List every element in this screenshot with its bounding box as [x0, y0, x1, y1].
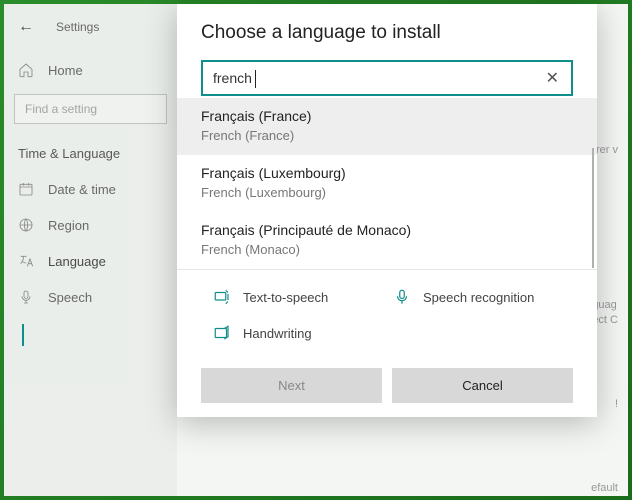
result-native: Français (France)	[201, 108, 573, 124]
result-native: Français (Luxembourg)	[201, 165, 573, 181]
sidebar-item-label: Language	[48, 254, 106, 269]
microphone-icon	[18, 289, 34, 305]
backdrop-text: efault	[591, 482, 618, 494]
cancel-button[interactable]: Cancel	[392, 368, 573, 403]
language-search[interactable]: ✕	[201, 60, 573, 96]
backdrop-text: !	[615, 398, 618, 410]
sidebar-item-home[interactable]: Home	[4, 52, 177, 88]
list-item[interactable]: Français (Principauté de Monaco) French …	[177, 212, 597, 269]
results-list: Français (France) French (France) França…	[177, 98, 597, 269]
sidebar-section-label: Time & Language	[4, 138, 177, 171]
result-native: Français (Principauté de Monaco)	[201, 222, 573, 238]
feature-label: Handwriting	[243, 326, 312, 341]
sidebar-item-datetime[interactable]: Date & time	[4, 171, 177, 207]
sidebar-item-label: Home	[48, 63, 83, 78]
calendar-icon	[18, 181, 34, 197]
language-search-input[interactable]	[203, 62, 534, 94]
feature-label: Text-to-speech	[243, 290, 328, 305]
list-item[interactable]: Français (Luxembourg) French (Luxembourg…	[177, 155, 597, 212]
sidebar-header: ← Settings	[4, 18, 177, 52]
feature-panel: Text-to-speech Speech recognition Handwr…	[177, 269, 597, 350]
app-title: Settings	[56, 20, 99, 34]
sidebar-item-label: Region	[48, 218, 89, 233]
sidebar-item-label: Speech	[48, 290, 92, 305]
next-button[interactable]: Next	[201, 368, 382, 403]
modal-actions: Next Cancel	[177, 350, 597, 403]
find-setting-input[interactable]: Find a setting	[14, 94, 167, 124]
globe-icon	[18, 217, 34, 233]
sidebar-item-label: Date & time	[48, 182, 116, 197]
scrollbar[interactable]	[592, 148, 594, 268]
modal-title: Choose a language to install	[177, 22, 597, 60]
feature-handwriting: Handwriting	[213, 324, 393, 342]
feature-tts: Text-to-speech	[213, 288, 393, 306]
clear-icon[interactable]: ✕	[534, 68, 571, 88]
tts-icon	[213, 288, 231, 306]
active-indicator	[22, 324, 24, 346]
handwriting-icon	[213, 324, 231, 342]
result-local: French (Monaco)	[201, 242, 573, 257]
microphone-icon	[393, 288, 411, 306]
sidebar: ← Settings Home Find a setting Time & La…	[4, 4, 177, 496]
feature-label: Speech recognition	[423, 290, 534, 305]
sidebar-item-region[interactable]: Region	[4, 207, 177, 243]
home-icon	[18, 62, 34, 78]
install-language-modal: Choose a language to install ✕ Français …	[177, 4, 597, 417]
result-local: French (France)	[201, 128, 573, 143]
sidebar-item-speech[interactable]: Speech	[4, 279, 177, 315]
sidebar-item-language[interactable]: Language	[4, 243, 177, 279]
back-arrow-icon[interactable]: ←	[18, 18, 34, 36]
feature-speech: Speech recognition	[393, 288, 573, 306]
result-local: French (Luxembourg)	[201, 185, 573, 200]
list-item[interactable]: Français (France) French (France)	[177, 98, 597, 155]
text-cursor	[255, 70, 256, 88]
language-icon	[18, 253, 34, 269]
